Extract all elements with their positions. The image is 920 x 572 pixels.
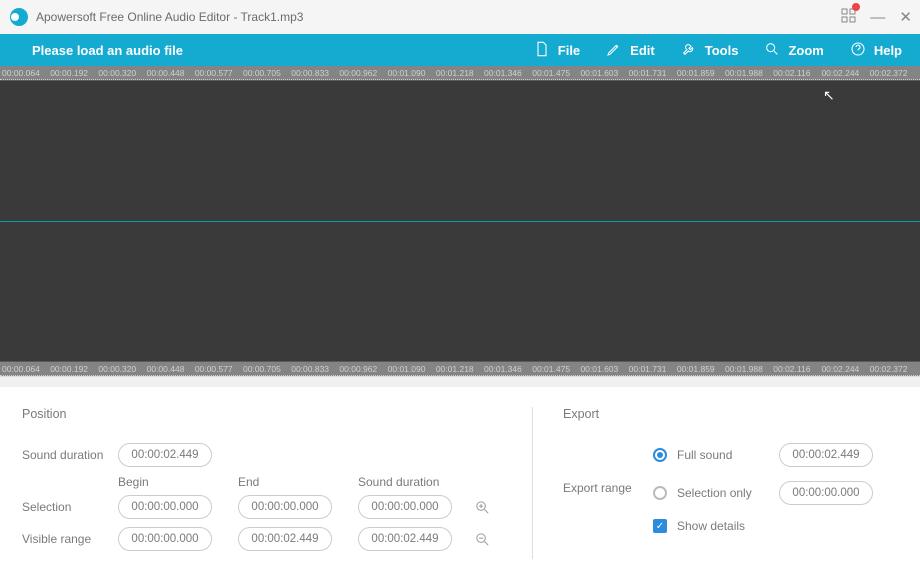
begin-header: Begin <box>118 475 238 489</box>
ruler-top[interactable]: 00:00.06400:00.19200:00.32000:00.44800:0… <box>0 66 920 80</box>
ruler-tick: 00:00.064 <box>2 68 50 78</box>
wave-midline <box>0 221 920 222</box>
ruler-tick: 00:01.218 <box>436 364 484 374</box>
ruler-tick: 00:02.372 <box>870 68 918 78</box>
zoom-icon <box>764 41 780 60</box>
help-icon <box>850 41 866 60</box>
ruler-tick: 00:00.962 <box>339 364 387 374</box>
edit-label: Edit <box>630 43 655 58</box>
selection-dur-field[interactable]: 00:00:00.000 <box>358 495 452 519</box>
visible-dur-field[interactable]: 00:00:02.449 <box>358 527 452 551</box>
wave-edge <box>0 80 920 81</box>
ruler-tick: 00:00.192 <box>50 68 98 78</box>
end-header: End <box>238 475 358 489</box>
ruler-tick: 00:01.859 <box>677 364 725 374</box>
ruler-tick: 00:02.116 <box>773 364 821 374</box>
ruler-tick: 00:01.475 <box>532 68 580 78</box>
ruler-tick: 00:01.731 <box>629 364 677 374</box>
close-icon[interactable]: ✕ <box>899 8 912 26</box>
selection-only-radio[interactable] <box>653 486 667 500</box>
ruler-tick: 00:00.448 <box>147 68 195 78</box>
edit-menu[interactable]: Edit <box>606 41 655 60</box>
app-logo <box>10 8 28 26</box>
ruler-bottom[interactable]: 00:00.06400:00.19200:00.32000:00.44800:0… <box>0 362 920 376</box>
zoom-label: Zoom <box>788 43 823 58</box>
selection-only-label: Selection only <box>677 486 769 500</box>
full-sound-radio[interactable] <box>653 448 667 462</box>
show-details-label: Show details <box>677 519 745 533</box>
ruler-tick: 00:02.244 <box>821 68 869 78</box>
ruler-tick: 00:00.833 <box>291 364 339 374</box>
file-icon <box>534 41 550 60</box>
edit-icon <box>606 41 622 60</box>
show-details-checkbox[interactable]: ✓ <box>653 519 667 533</box>
minimize-icon[interactable]: — <box>870 9 885 26</box>
ruler-tick: 00:00.705 <box>243 68 291 78</box>
visible-end-field[interactable]: 00:00:02.449 <box>238 527 332 551</box>
waveform-area[interactable]: ↖ <box>0 80 920 362</box>
sound-duration-field[interactable]: 00:00:02.449 <box>118 443 212 467</box>
ruler-tick: 00:00.962 <box>339 68 387 78</box>
selection-end-field[interactable]: 00:00:00.000 <box>238 495 332 519</box>
tools-menu[interactable]: Tools <box>681 41 739 60</box>
full-sound-label: Full sound <box>677 448 769 462</box>
ruler-tick: 00:01.090 <box>388 364 436 374</box>
horizontal-scrollbar[interactable] <box>0 376 920 387</box>
ruler-tick: 00:01.346 <box>484 364 532 374</box>
ruler-tick: 00:01.603 <box>580 68 628 78</box>
selection-begin-field[interactable]: 00:00:00.000 <box>118 495 212 519</box>
selection-label: Selection <box>22 500 118 514</box>
selection-only-value[interactable]: 00:00:00.000 <box>779 481 873 505</box>
ruler-tick: 00:01.475 <box>532 364 580 374</box>
ruler-tick: 00:00.833 <box>291 68 339 78</box>
ruler-tick: 00:00.705 <box>243 364 291 374</box>
zoom-out-icon[interactable] <box>472 529 492 549</box>
ruler-tick: 00:00.577 <box>195 364 243 374</box>
help-label: Help <box>874 43 902 58</box>
full-sound-value[interactable]: 00:00:02.449 <box>779 443 873 467</box>
load-file-button[interactable]: Please load an audio file <box>32 43 183 58</box>
ruler-tick: 00:01.603 <box>580 364 628 374</box>
ruler-tick: 00:01.731 <box>629 68 677 78</box>
ruler-tick: 00:02.372 <box>870 364 918 374</box>
ruler-tick: 00:01.988 <box>725 68 773 78</box>
apps-icon[interactable] <box>841 8 856 27</box>
ruler-tick: 00:00.448 <box>147 364 195 374</box>
ruler-tick: 00:02.116 <box>773 68 821 78</box>
tools-label: Tools <box>705 43 739 58</box>
sdur-header: Sound duration <box>358 475 478 489</box>
wave-edge <box>0 361 920 362</box>
ruler-tick: 00:01.218 <box>436 68 484 78</box>
ruler-tick: 00:01.988 <box>725 364 773 374</box>
cursor-icon: ↖ <box>823 87 835 104</box>
ruler-tick: 00:00.192 <box>50 364 98 374</box>
export-range-label: Export range <box>563 481 653 495</box>
visible-begin-field[interactable]: 00:00:00.000 <box>118 527 212 551</box>
ruler-tick: 00:02.244 <box>821 364 869 374</box>
file-menu[interactable]: File <box>534 41 580 60</box>
zoom-menu[interactable]: Zoom <box>764 41 823 60</box>
sound-duration-label: Sound duration <box>22 448 118 462</box>
visible-range-label: Visible range <box>22 532 118 546</box>
window-title: Apowersoft Free Online Audio Editor - Tr… <box>36 10 833 24</box>
ruler-tick: 00:00.320 <box>98 364 146 374</box>
ruler-tick: 00:01.090 <box>388 68 436 78</box>
ruler-tick: 00:00.320 <box>98 68 146 78</box>
help-menu[interactable]: Help <box>850 41 902 60</box>
ruler-tick: 00:01.859 <box>677 68 725 78</box>
position-title: Position <box>22 407 522 421</box>
tools-icon <box>681 41 697 60</box>
ruler-tick: 00:00.064 <box>2 364 50 374</box>
export-title: Export <box>563 407 898 421</box>
ruler-tick: 00:00.577 <box>195 68 243 78</box>
zoom-in-icon[interactable] <box>472 497 492 517</box>
file-label: File <box>558 43 580 58</box>
ruler-tick: 00:01.346 <box>484 68 532 78</box>
